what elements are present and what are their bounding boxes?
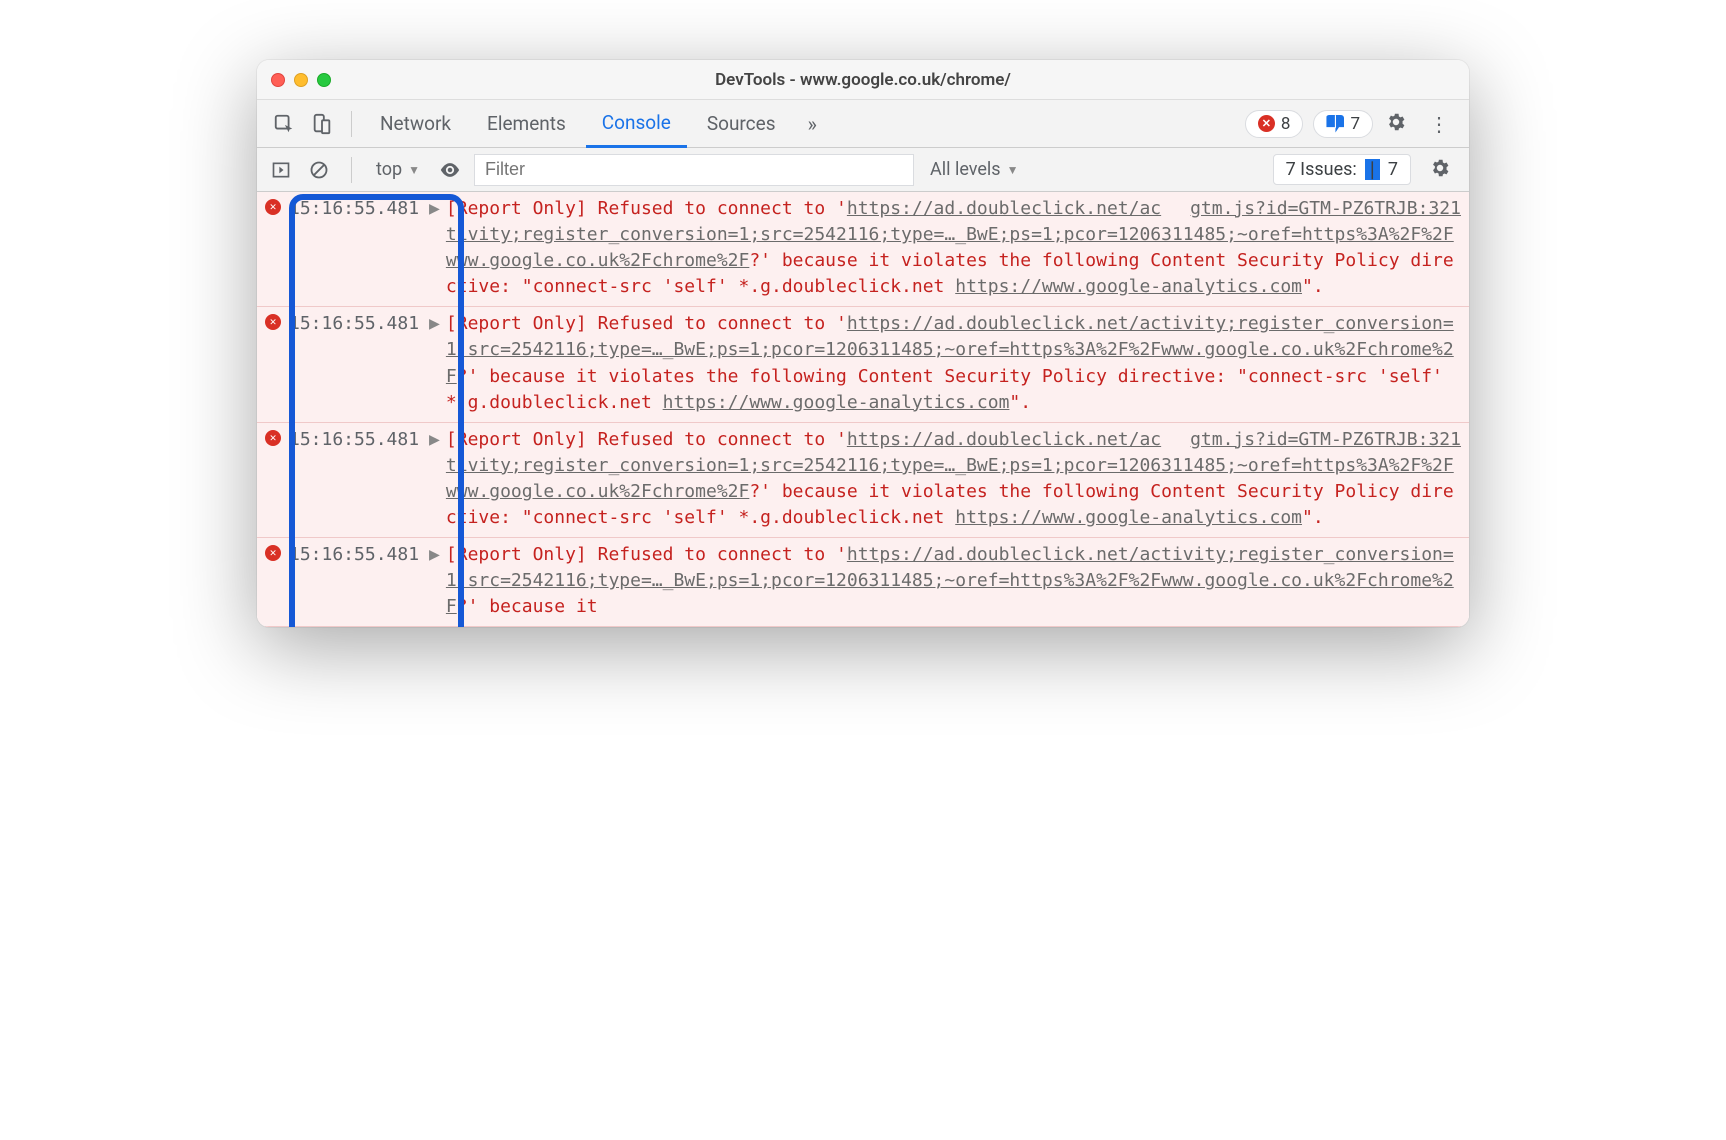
message-icon: ❘ — [1326, 115, 1344, 133]
context-label: top — [376, 159, 402, 180]
expand-icon[interactable]: ▶ — [427, 196, 446, 300]
more-tabs-icon[interactable]: » — [796, 112, 829, 136]
minimize-window-button[interactable] — [294, 73, 308, 87]
message-icon: ❘ — [1365, 159, 1380, 180]
issues-count: 7 — [1388, 159, 1398, 180]
message-text: [Report Only] Refused to connect to 'htt… — [446, 313, 1454, 412]
chevron-down-icon: ▼ — [1007, 163, 1019, 177]
console-message: ✕15:16:55.481▶gtm.js?id=GTM-PZ6TRJB:321[… — [257, 192, 1469, 307]
toggle-sidebar-icon[interactable] — [267, 156, 295, 184]
message-source-link[interactable]: gtm.js?id=GTM-PZ6TRJB:321 — [1190, 196, 1461, 222]
divider — [351, 157, 352, 183]
expand-icon[interactable]: ▶ — [427, 427, 446, 531]
chevron-down-icon: ▼ — [408, 163, 420, 177]
issues-label: 7 Issues: — [1286, 159, 1357, 180]
inspect-element-icon[interactable] — [267, 107, 301, 141]
tab-elements[interactable]: Elements — [471, 100, 582, 148]
message-text: [Report Only] Refused to connect to 'htt… — [446, 544, 1454, 617]
expand-icon[interactable]: ▶ — [427, 542, 446, 620]
url-link[interactable]: https://www.google-analytics.com — [955, 276, 1302, 297]
filter-input[interactable] — [474, 154, 914, 186]
tab-console[interactable]: Console — [586, 100, 687, 148]
expand-icon[interactable]: ▶ — [427, 311, 446, 415]
issues-button[interactable]: 7 Issues: ❘ 7 — [1273, 154, 1411, 185]
kebab-menu-icon[interactable]: ⋮ — [1419, 112, 1459, 136]
error-icon: ✕ — [265, 427, 287, 531]
error-icon: ✕ — [265, 542, 287, 620]
message-timestamp: 15:16:55.481 — [287, 427, 427, 531]
console-message: ✕15:16:55.481▶gtm.js?id=GTM-PZ6TRJB:321[… — [257, 423, 1469, 538]
settings-icon[interactable] — [1377, 111, 1415, 137]
badge-group: ✕ 8 ❘ 7 — [1245, 110, 1373, 138]
tab-network[interactable]: Network — [364, 100, 467, 148]
titlebar: DevTools - www.google.co.uk/chrome/ — [257, 60, 1469, 100]
message-timestamp: 15:16:55.481 — [287, 542, 427, 620]
url-link[interactable]: https://ad.doubleclick.net/activity;regi… — [446, 544, 1454, 617]
traffic-lights — [271, 73, 331, 87]
devtools-window: DevTools - www.google.co.uk/chrome/ Netw… — [257, 60, 1469, 627]
zoom-window-button[interactable] — [317, 73, 331, 87]
tab-sources[interactable]: Sources — [691, 100, 792, 148]
main-tabbar: Network Elements Console Sources » ✕ 8 ❘… — [257, 100, 1469, 148]
error-icon: ✕ — [265, 196, 287, 300]
divider — [351, 111, 352, 137]
error-icon: ✕ — [265, 311, 287, 415]
url-link[interactable]: https://ad.doubleclick.net/activity;regi… — [446, 313, 1454, 386]
console-toolbar: top ▼ All levels ▼ 7 Issues: ❘ 7 — [257, 148, 1469, 192]
console-message: ✕15:16:55.481▶[Report Only] Refused to c… — [257, 307, 1469, 422]
url-link[interactable]: https://www.google-analytics.com — [663, 392, 1010, 413]
message-timestamp: 15:16:55.481 — [287, 311, 427, 415]
messages-badge[interactable]: ❘ 7 — [1313, 110, 1373, 138]
errors-badge[interactable]: ✕ 8 — [1245, 110, 1304, 138]
messages-count: 7 — [1350, 114, 1360, 134]
log-levels-selector[interactable]: All levels ▼ — [924, 159, 1024, 180]
levels-label: All levels — [930, 159, 1001, 180]
console-area: ✕15:16:55.481▶gtm.js?id=GTM-PZ6TRJB:321[… — [257, 192, 1469, 627]
console-message: ✕15:16:55.481▶[Report Only] Refused to c… — [257, 538, 1469, 627]
live-expression-icon[interactable] — [436, 156, 464, 184]
message-source-link[interactable]: gtm.js?id=GTM-PZ6TRJB:321 — [1190, 427, 1461, 453]
errors-count: 8 — [1281, 114, 1291, 134]
device-toolbar-icon[interactable] — [305, 107, 339, 141]
close-window-button[interactable] — [271, 73, 285, 87]
context-selector[interactable]: top ▼ — [370, 159, 426, 180]
clear-console-icon[interactable] — [305, 156, 333, 184]
console-settings-icon[interactable] — [1421, 157, 1459, 183]
message-timestamp: 15:16:55.481 — [287, 196, 427, 300]
error-icon: ✕ — [1258, 115, 1275, 132]
window-title: DevTools - www.google.co.uk/chrome/ — [257, 70, 1469, 90]
url-link[interactable]: https://www.google-analytics.com — [955, 507, 1302, 528]
